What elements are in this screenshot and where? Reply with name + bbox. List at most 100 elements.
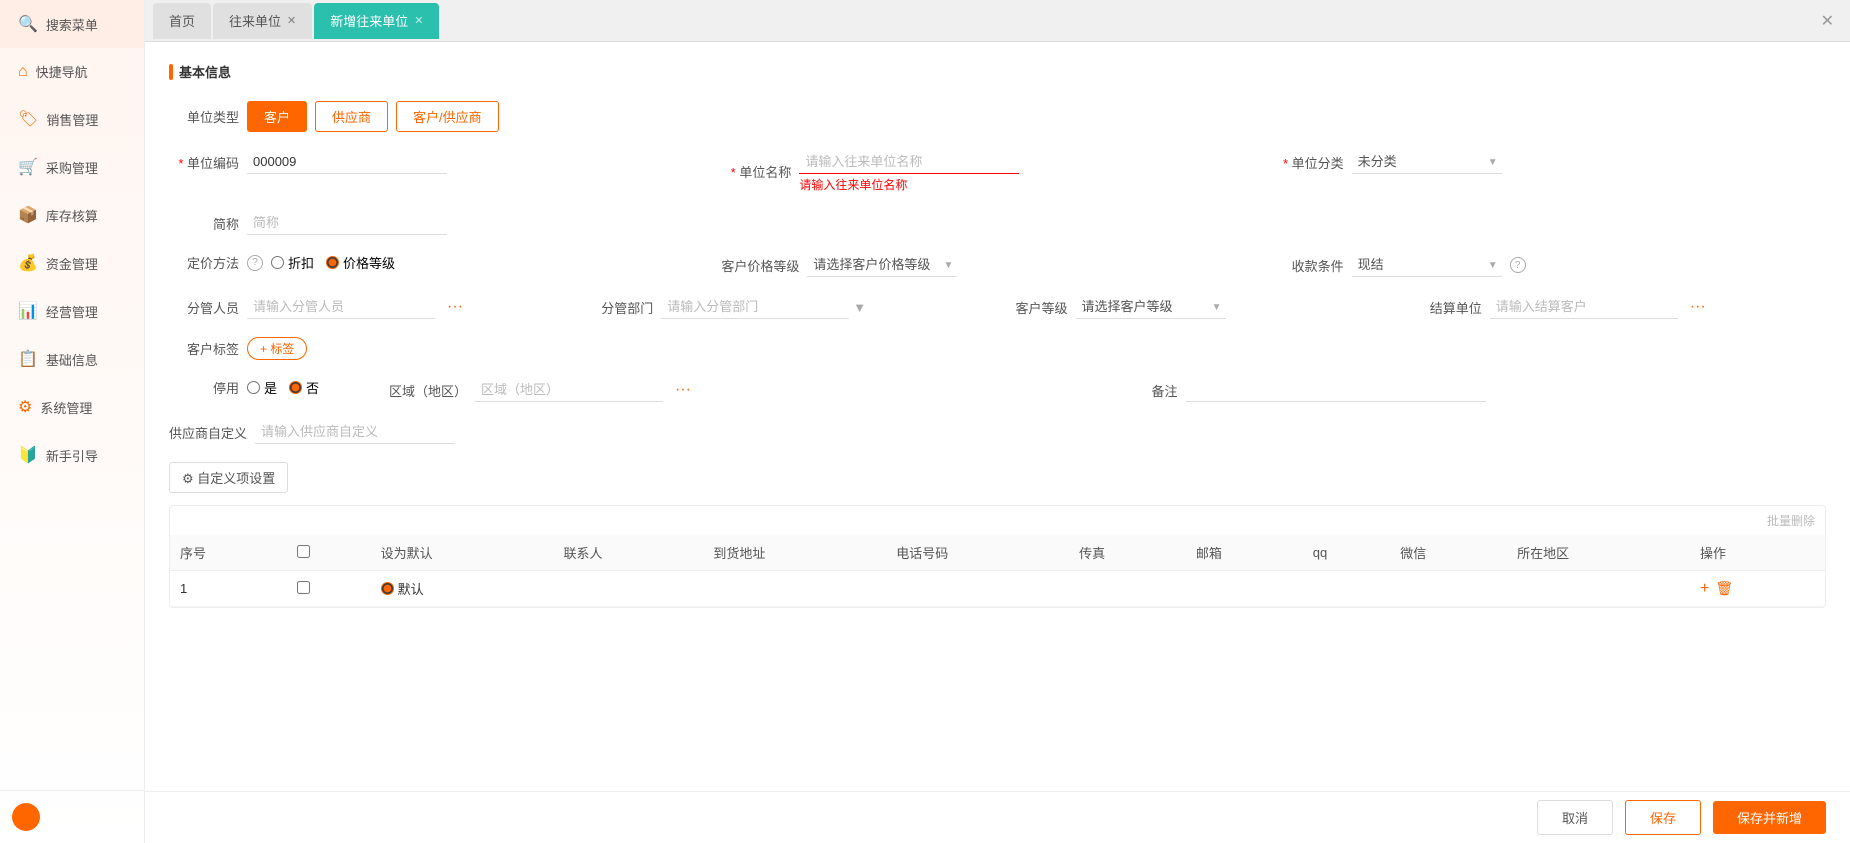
sidebar-item-basic[interactable]: 📋 基础信息 (0, 335, 144, 383)
add-row-btn[interactable]: + (1700, 580, 1709, 598)
disabled-no-label[interactable]: 否 (289, 378, 319, 397)
save-button[interactable]: 保存 (1625, 800, 1701, 835)
col-default: 设为默认 (371, 535, 554, 571)
settlement-more-btn[interactable]: ··· (1686, 298, 1710, 316)
disabled-yes-radio[interactable] (247, 381, 260, 394)
tab-home[interactable]: 首页 (153, 3, 211, 39)
sidebar-item-sales[interactable]: 🏷 销售管理 (0, 95, 144, 143)
search-icon: 🔍 (18, 14, 38, 34)
delete-row-btn[interactable]: 🗑 (1715, 580, 1733, 597)
cell-phone (886, 571, 1069, 607)
pricing-discount-label[interactable]: 折扣 (271, 253, 314, 272)
sidebar-bottom (0, 790, 144, 843)
select-all-checkbox[interactable] (297, 545, 310, 558)
contact-table: 序号 设为默认 联系人 到货地址 电话号码 传真 邮箱 qq 微信 所在地区 操… (170, 535, 1825, 607)
payment-terms-select[interactable]: 现结 (1352, 253, 1502, 277)
remark-input[interactable] (1186, 378, 1486, 402)
customer-price-level-select[interactable]: 请选择客户价格等级 (807, 253, 957, 277)
main: 首页 往来单位 ✕ 新增往来单位 ✕ ✕ 基本信息 单位类型 客户 供应商 客户… (145, 0, 1850, 843)
pricing-row: 定价方法 ? 折扣 价格等级 客户价格等级 请选择客 (169, 253, 1826, 277)
sidebar-item-finance[interactable]: 💰 资金管理 (0, 239, 144, 287)
sidebar-item-search[interactable]: 🔍 搜索菜单 (0, 0, 144, 48)
settlement-unit-input[interactable] (1490, 295, 1678, 319)
guide-icon: 🔰 (18, 445, 38, 465)
payment-help-icon[interactable]: ? (1510, 257, 1526, 273)
col-qq: qq (1303, 535, 1391, 571)
custom-settings-btn[interactable]: ⚙ 自定义项设置 (169, 462, 288, 493)
sidebar-item-quick-nav[interactable]: ⌂ 快捷导航 (0, 48, 144, 95)
table-head-row: 序号 设为默认 联系人 到货地址 电话号码 传真 邮箱 qq 微信 所在地区 操… (170, 535, 1825, 571)
cancel-button[interactable]: 取消 (1537, 800, 1613, 835)
row-checkbox[interactable] (297, 581, 310, 594)
basic-icon: 📋 (18, 349, 38, 369)
short-name-label: 简称 (169, 214, 239, 233)
btn-both[interactable]: 客户/供应商 (396, 101, 499, 132)
btn-customer[interactable]: 客户 (247, 101, 307, 132)
region-more-btn[interactable]: ··· (671, 381, 695, 399)
unit-name-group: 单位名称 请输入往来单位名称 (721, 150, 1273, 193)
save-new-button[interactable]: 保存并新增 (1713, 801, 1826, 834)
tab-partners[interactable]: 往来单位 ✕ (213, 3, 312, 39)
col-location: 所在地区 (1507, 535, 1690, 571)
short-name-group: 简称 (169, 211, 1826, 235)
manager-input[interactable] (247, 295, 435, 319)
unit-category-select[interactable]: 未分类 (1352, 150, 1502, 174)
table-row: 1 默认 (170, 571, 1825, 607)
disabled-yes-label[interactable]: 是 (247, 378, 277, 397)
unit-code-group: 单位编码 (169, 150, 721, 174)
customer-price-level-label: 客户价格等级 (721, 256, 799, 275)
cell-action: + 🗑 (1690, 571, 1825, 607)
batch-delete-btn[interactable]: 批量删除 (1767, 512, 1815, 529)
col-phone: 电话号码 (886, 535, 1069, 571)
pricing-level-radio[interactable] (326, 256, 339, 269)
unit-type-group: 单位类型 客户 供应商 客户/供应商 (169, 101, 1826, 132)
cell-contact (554, 571, 704, 607)
settlement-unit-group: 结算单位 ··· (1412, 295, 1826, 319)
col-seq: 序号 (170, 535, 287, 571)
remark-label: 备注 (1108, 381, 1178, 400)
unit-category-group: 单位分类 未分类 ▼ (1274, 150, 1826, 174)
system-icon: ⚙ (18, 397, 32, 417)
tags-row: 客户标签 + 标签 (169, 337, 1826, 360)
payment-terms-label: 收款条件 (1274, 256, 1344, 275)
customer-level-select[interactable]: 请选择客户等级 (1076, 295, 1226, 319)
disabled-no-radio[interactable] (289, 381, 302, 394)
unit-name-label: 单位名称 (721, 162, 791, 181)
unit-code-input[interactable] (247, 150, 447, 174)
manager-more-btn[interactable]: ··· (443, 298, 467, 316)
sidebar-item-purchase[interactable]: 🛒 采购管理 (0, 143, 144, 191)
manager-label: 分管人员 (169, 298, 239, 317)
tab-new-partner-close[interactable]: ✕ (414, 14, 423, 27)
default-radio[interactable] (381, 582, 394, 595)
unit-code-label: 单位编码 (169, 153, 239, 172)
unit-name-input[interactable] (799, 150, 1019, 174)
cell-wechat (1390, 571, 1507, 607)
sidebar-item-operations[interactable]: 📊 经营管理 (0, 287, 144, 335)
tabs-bar: 首页 往来单位 ✕ 新增往来单位 ✕ ✕ (145, 0, 1850, 42)
cell-seq: 1 (170, 571, 287, 607)
supplier-custom-input[interactable] (255, 420, 455, 444)
supplier-custom-row: 供应商自定义 (169, 420, 1826, 444)
region-input[interactable] (475, 378, 663, 402)
sidebar-item-system[interactable]: ⚙ 系统管理 (0, 383, 144, 431)
cell-default: 默认 (371, 571, 554, 607)
tags-group: 客户标签 + 标签 (169, 337, 1826, 360)
tab-partners-close[interactable]: ✕ (287, 14, 296, 27)
pricing-level-label[interactable]: 价格等级 (326, 253, 395, 272)
short-name-input[interactable] (247, 211, 447, 235)
default-radio-label[interactable]: 默认 (381, 579, 544, 598)
sidebar-item-inventory[interactable]: 📦 库存核算 (0, 191, 144, 239)
footer: 取消 保存 保存并新增 (145, 791, 1850, 843)
pricing-discount-radio[interactable] (271, 256, 284, 269)
btn-supplier[interactable]: 供应商 (315, 101, 388, 132)
cell-email (1186, 571, 1303, 607)
department-input[interactable] (661, 295, 849, 319)
close-all-tabs[interactable]: ✕ (1813, 7, 1842, 35)
sidebar-item-guide[interactable]: 🔰 新手引导 (0, 431, 144, 479)
manager-row: 分管人员 ··· 分管部门 ▼ 客户等级 请选择客户等级 ▼ 结算单位 (169, 295, 1826, 319)
pricing-help-icon[interactable]: ? (247, 255, 263, 271)
tab-new-partner[interactable]: 新增往来单位 ✕ (314, 3, 439, 39)
col-address: 到货地址 (703, 535, 886, 571)
add-tag-btn[interactable]: + 标签 (247, 337, 307, 360)
disabled-region-row: 停用 是 否 区域（地区） ··· 备注 (169, 378, 1826, 402)
